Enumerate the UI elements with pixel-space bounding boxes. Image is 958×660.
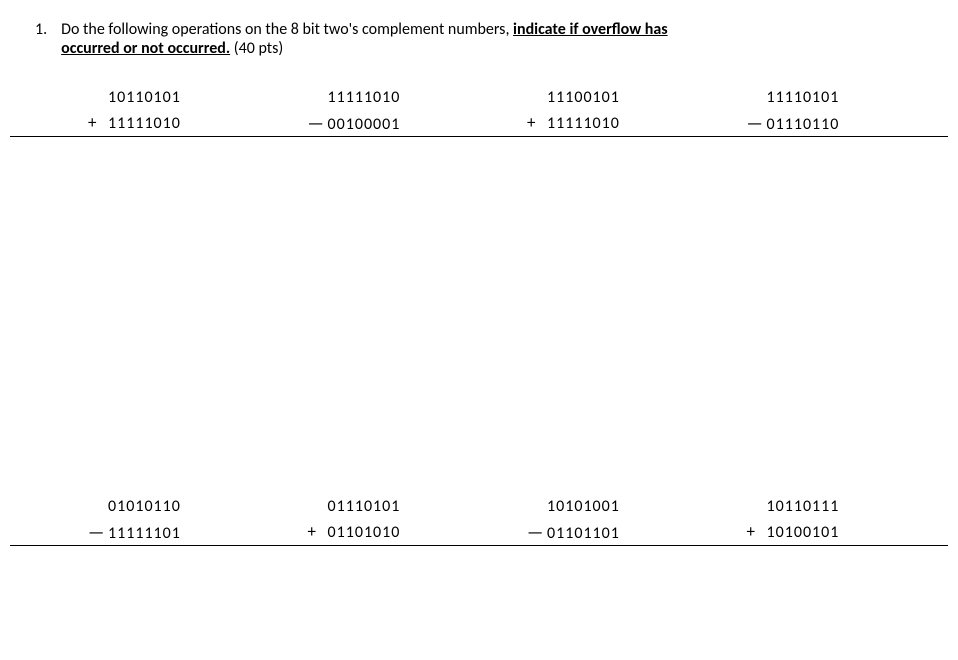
operand-b: 11111010 [547, 114, 642, 133]
operand-b: 00100001 [328, 115, 423, 134]
problem-7: 10101001 —01101101 [479, 497, 699, 545]
problem-1: 10110101 +11111010 [40, 88, 260, 136]
operand-a: 10110101 [108, 88, 203, 107]
problem-6: 01110101 +01101010 [260, 497, 480, 545]
question-header: 1. Do the following operations on the 8 … [10, 20, 948, 58]
problems-row-2: 01010110 —11111101 01110101 +01101010 10… [10, 497, 948, 546]
operand-a: 11100101 [547, 88, 642, 107]
problem-8: 10110111 +10100101 [699, 497, 919, 545]
operator: — [527, 521, 547, 543]
question-number: 1. [35, 20, 47, 58]
operand-a: 11111010 [328, 88, 423, 107]
operand-b: 11111010 [108, 114, 203, 133]
operand-a: 10101001 [547, 497, 642, 516]
problems-row-1: 10110101 +11111010 11111010 —00100001 11… [10, 88, 948, 137]
operand-b: 10100101 [767, 523, 862, 542]
operator: + [527, 112, 547, 133]
operator: + [308, 521, 328, 542]
problem-2: 11111010 —00100001 [260, 88, 480, 136]
question-points: (40 pts) [230, 39, 283, 58]
operand-a: 01110101 [328, 497, 423, 516]
problem-4: 11110101 —01110110 [699, 88, 919, 136]
question-text-bold1: indicate if overflow has [513, 20, 668, 39]
operand-b: 01101010 [328, 523, 423, 542]
operator: — [747, 112, 767, 134]
operand-a: 01010110 [108, 497, 203, 516]
operator: + [747, 521, 767, 542]
operand-a: 11110101 [767, 88, 862, 107]
problem-3: 11100101 +11111010 [479, 88, 699, 136]
operand-b: 11111101 [108, 524, 203, 543]
question-text: Do the following operations on the 8 bit… [61, 20, 948, 58]
question-text-bold2: occurred or not occurred. [61, 39, 230, 58]
operand-b: 01101101 [547, 524, 642, 543]
operator: — [88, 521, 108, 543]
problem-5: 01010110 —11111101 [40, 497, 260, 545]
operand-a: 10110111 [767, 497, 862, 516]
operator: + [88, 112, 108, 133]
operand-b: 01110110 [767, 115, 862, 134]
operator: — [308, 112, 328, 134]
question-text-part1: Do the following operations on the 8 bit… [61, 20, 513, 39]
